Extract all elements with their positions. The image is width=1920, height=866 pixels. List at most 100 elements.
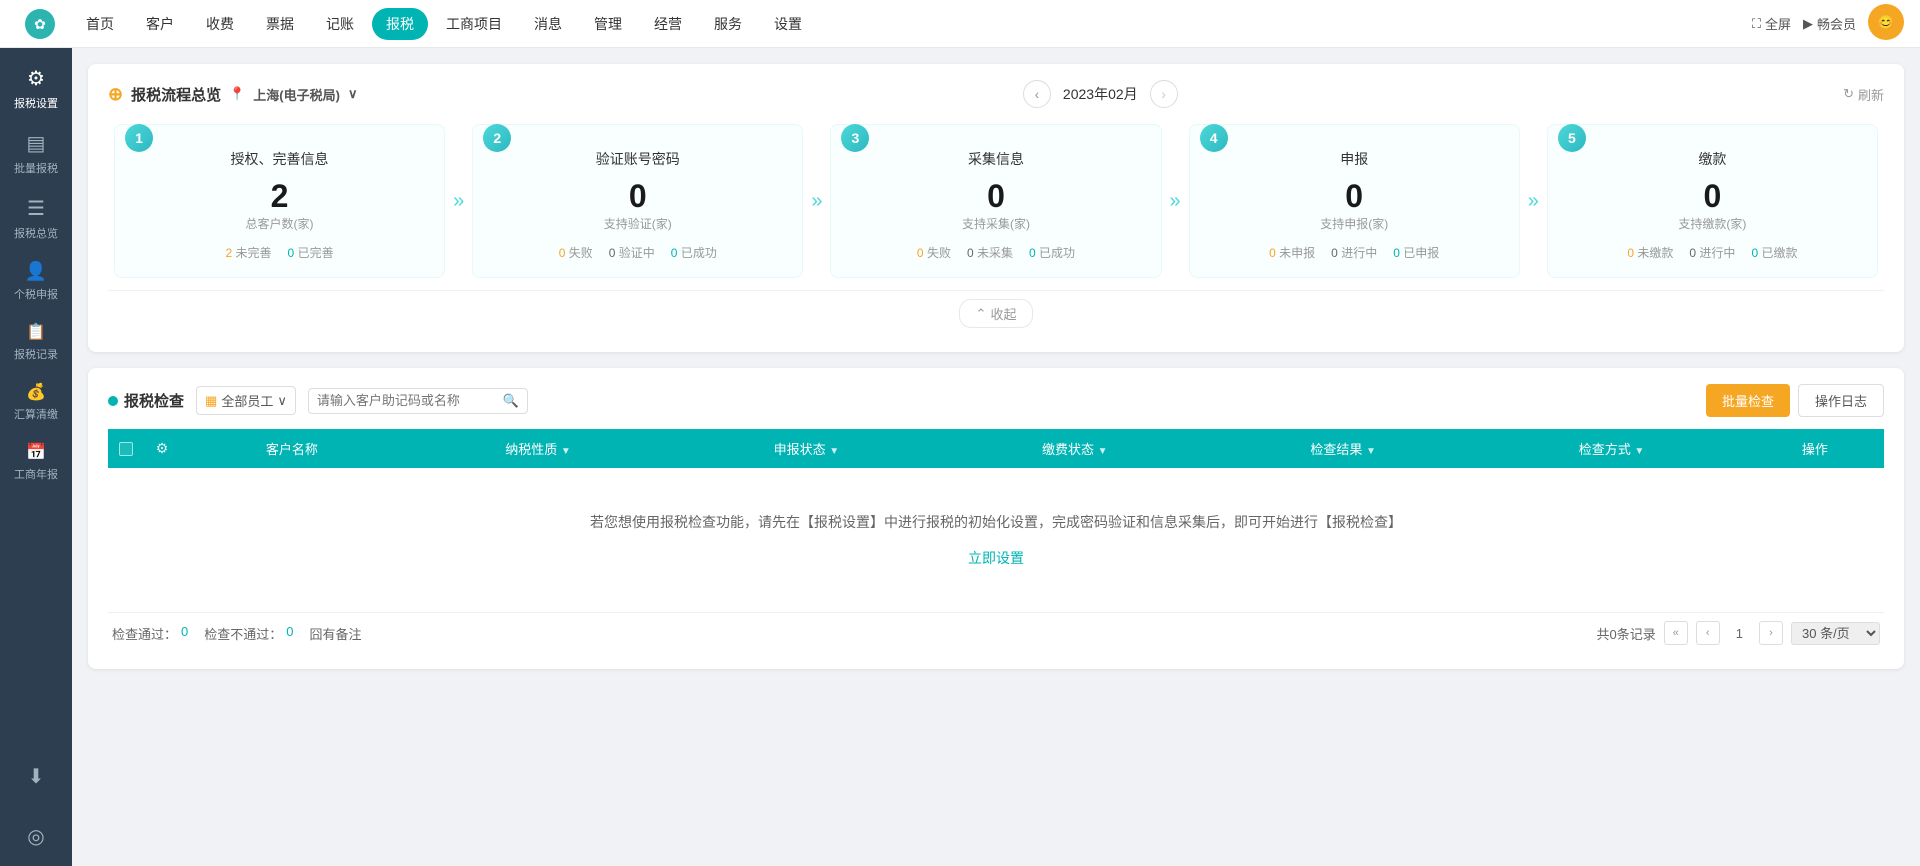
download-icon: ⬇ <box>28 764 45 789</box>
step-1-stat-0: 2 未完善 <box>226 244 272 261</box>
sidebar-item-annual-report[interactable]: 📅 工商年报 <box>0 432 72 492</box>
table-th-client-name: 客户名称 <box>180 429 404 468</box>
filter-icon-4[interactable]: ▼ <box>1366 446 1376 457</box>
step-4-stat-2-value[interactable]: 0 <box>1393 246 1400 260</box>
nav-settings[interactable]: 设置 <box>760 8 816 40</box>
sidebar-item-annual-settlement[interactable]: 💰 汇算清缴 <box>0 372 72 432</box>
check-title-icon <box>108 396 118 406</box>
sidebar-item-settings2[interactable]: ◎ <box>23 806 48 866</box>
collapse-bar: ⌃ 收起 <box>108 290 1884 336</box>
vip-button[interactable]: ▶ 畅会员 <box>1803 14 1856 33</box>
check-section-title: 报税检查 <box>108 390 184 411</box>
sidebar-item-batch-tax[interactable]: ▤ 批量报税 <box>0 121 72 186</box>
next-page-button[interactable]: › <box>1759 621 1783 645</box>
filter-icon-2[interactable]: ▼ <box>829 446 839 457</box>
filter-icon-1[interactable]: ▼ <box>561 446 571 457</box>
search-icon[interactable]: 🔍 <box>503 393 519 409</box>
filter-icon-3[interactable]: ▼ <box>1098 446 1108 457</box>
individual-tax-icon: 👤 <box>25 261 47 282</box>
annual-settlement-icon: 💰 <box>26 382 46 402</box>
step-5-stat-2-value[interactable]: 0 <box>1751 246 1758 260</box>
check-fail-value[interactable]: 0 <box>286 624 293 643</box>
next-month-button[interactable]: › <box>1150 80 1178 108</box>
has-note-label: 囧有备注 <box>310 624 362 643</box>
staff-selector[interactable]: ▦ 全部员工 ∨ <box>196 386 296 415</box>
nav-bills[interactable]: 票据 <box>252 8 308 40</box>
main-content: ⊕ 报税流程总览 📍 上海(电子税局) ∨ ‹ 2023年02月 › ↻ 刷新 <box>72 48 1920 866</box>
table-footer: 检查通过： 0 检查不通过： 0 囧有备注 共0条记录 « ‹ 1 › 30 条… <box>108 612 1884 653</box>
collapse-button[interactable]: ⌃ 收起 <box>959 299 1034 328</box>
table-body-scroll: 若您想使用报税检查功能，请先在【报税设置】中进行报税的初始化设置，完成密码验证和… <box>108 468 1884 612</box>
prev-page-button[interactable]: ‹ <box>1696 621 1720 645</box>
nav-management[interactable]: 管理 <box>580 8 636 40</box>
staff-icon: ▦ <box>205 393 217 409</box>
setup-link[interactable]: 立即设置 <box>128 544 1864 572</box>
nav-services[interactable]: 服务 <box>700 8 756 40</box>
chevron-down-icon: ∨ <box>348 86 358 102</box>
annual-report-icon: 📅 <box>26 442 46 462</box>
step-5-number: 5 <box>1558 124 1586 152</box>
step-5-stat-1-value[interactable]: 0 <box>1689 246 1696 260</box>
step-1-number: 1 <box>125 124 153 152</box>
location-selector[interactable]: 📍 上海(电子税局) ∨ <box>229 85 357 104</box>
operation-log-button[interactable]: 操作日志 <box>1798 384 1884 417</box>
check-actions: 批量检查 操作日志 <box>1706 384 1884 417</box>
step-4-stat-0-label: 未申报 <box>1279 246 1315 260</box>
nav-messages[interactable]: 消息 <box>520 8 576 40</box>
step-4-stat-1-label: 进行中 <box>1341 246 1377 260</box>
table-th-gear: ⚙ <box>144 429 180 468</box>
check-pass-value[interactable]: 0 <box>181 624 188 643</box>
nav-clients[interactable]: 客户 <box>132 8 188 40</box>
step-4-stat-2-label: 已申报 <box>1403 246 1439 260</box>
gear-icon[interactable]: ⚙ <box>156 440 169 456</box>
table-th-declare-status: 申报状态 ▼ <box>672 429 940 468</box>
search-input[interactable] <box>317 393 499 408</box>
first-page-button[interactable]: « <box>1664 621 1688 645</box>
collapse-icon: ⌃ <box>976 306 987 322</box>
sidebar-item-tax-overview[interactable]: ☰ 报税总览 <box>0 186 72 251</box>
nav-business[interactable]: 工商项目 <box>432 8 516 40</box>
step-3-title: 采集信息 <box>843 149 1148 169</box>
sidebar-item-tax-settings[interactable]: ⚙ 报税设置 <box>0 56 72 121</box>
step-1-stat-1-value[interactable]: 0 <box>288 246 295 260</box>
step-2-stat-1: 0 验证中 <box>609 244 655 261</box>
step-4-stat-0-value[interactable]: 0 <box>1269 246 1276 260</box>
nav-tax[interactable]: 报税 <box>372 8 428 40</box>
nav-operations[interactable]: 经营 <box>640 8 696 40</box>
step-1-title: 授权、完善信息 <box>127 149 432 169</box>
avatar[interactable]: 😊 <box>1868 4 1904 43</box>
app-logo[interactable]: ✿ <box>16 8 64 40</box>
batch-check-button[interactable]: 批量检查 <box>1706 384 1790 417</box>
refresh-button[interactable]: ↻ 刷新 <box>1843 85 1884 104</box>
nav-home[interactable]: 首页 <box>72 8 128 40</box>
select-all-checkbox[interactable] <box>119 442 133 456</box>
overview-header: ⊕ 报税流程总览 📍 上海(电子税局) ∨ ‹ 2023年02月 › ↻ 刷新 <box>108 80 1884 108</box>
step-4-count: 0 <box>1202 177 1507 215</box>
sidebar-item-download[interactable]: ⬇ <box>23 746 48 806</box>
filter-icon-5[interactable]: ▼ <box>1634 446 1644 457</box>
step-1-subtitle: 总客户数(家) <box>127 215 432 232</box>
step-3-count: 0 <box>843 177 1148 215</box>
step-5-stat-0-value[interactable]: 0 <box>1627 246 1634 260</box>
sidebar-item-individual-tax[interactable]: 👤 个税申报 <box>0 251 72 312</box>
step-3-stat-2-value[interactable]: 0 <box>1029 246 1036 260</box>
step-2-stat-2-value[interactable]: 0 <box>671 246 678 260</box>
step-4-stat-1-value[interactable]: 0 <box>1331 246 1338 260</box>
step-2-stat-0-value[interactable]: 0 <box>559 246 566 260</box>
step-3-stat-1-value[interactable]: 0 <box>967 246 974 260</box>
page-size-selector[interactable]: 30 条/页 50 条/页 100 条/页 <box>1791 622 1880 645</box>
step-2-stats: 0 失败 0 验证中 0 已成功 <box>485 244 790 261</box>
prev-month-button[interactable]: ‹ <box>1023 80 1051 108</box>
step-3-stat-0-value[interactable]: 0 <box>917 246 924 260</box>
step-2-stat-1-value[interactable]: 0 <box>609 246 616 260</box>
empty-message: 若您想使用报税检查功能，请先在【报税设置】中进行报税的初始化设置，完成密码验证和… <box>108 468 1884 612</box>
fullscreen-icon: ⛶ <box>1752 16 1761 32</box>
fullscreen-button[interactable]: ⛶ 全屏 <box>1752 14 1791 33</box>
sidebar-item-tax-records[interactable]: 📋 报税记录 <box>0 312 72 372</box>
step-4-stats: 0 未申报 0 进行中 0 已申报 <box>1202 244 1507 261</box>
nav-accounting[interactable]: 记账 <box>312 8 368 40</box>
step-1-stat-0-value[interactable]: 2 <box>226 246 233 260</box>
nav-fees[interactable]: 收费 <box>192 8 248 40</box>
step-4-stat-1: 0 进行中 <box>1331 244 1377 261</box>
search-box: 🔍 <box>308 388 528 414</box>
